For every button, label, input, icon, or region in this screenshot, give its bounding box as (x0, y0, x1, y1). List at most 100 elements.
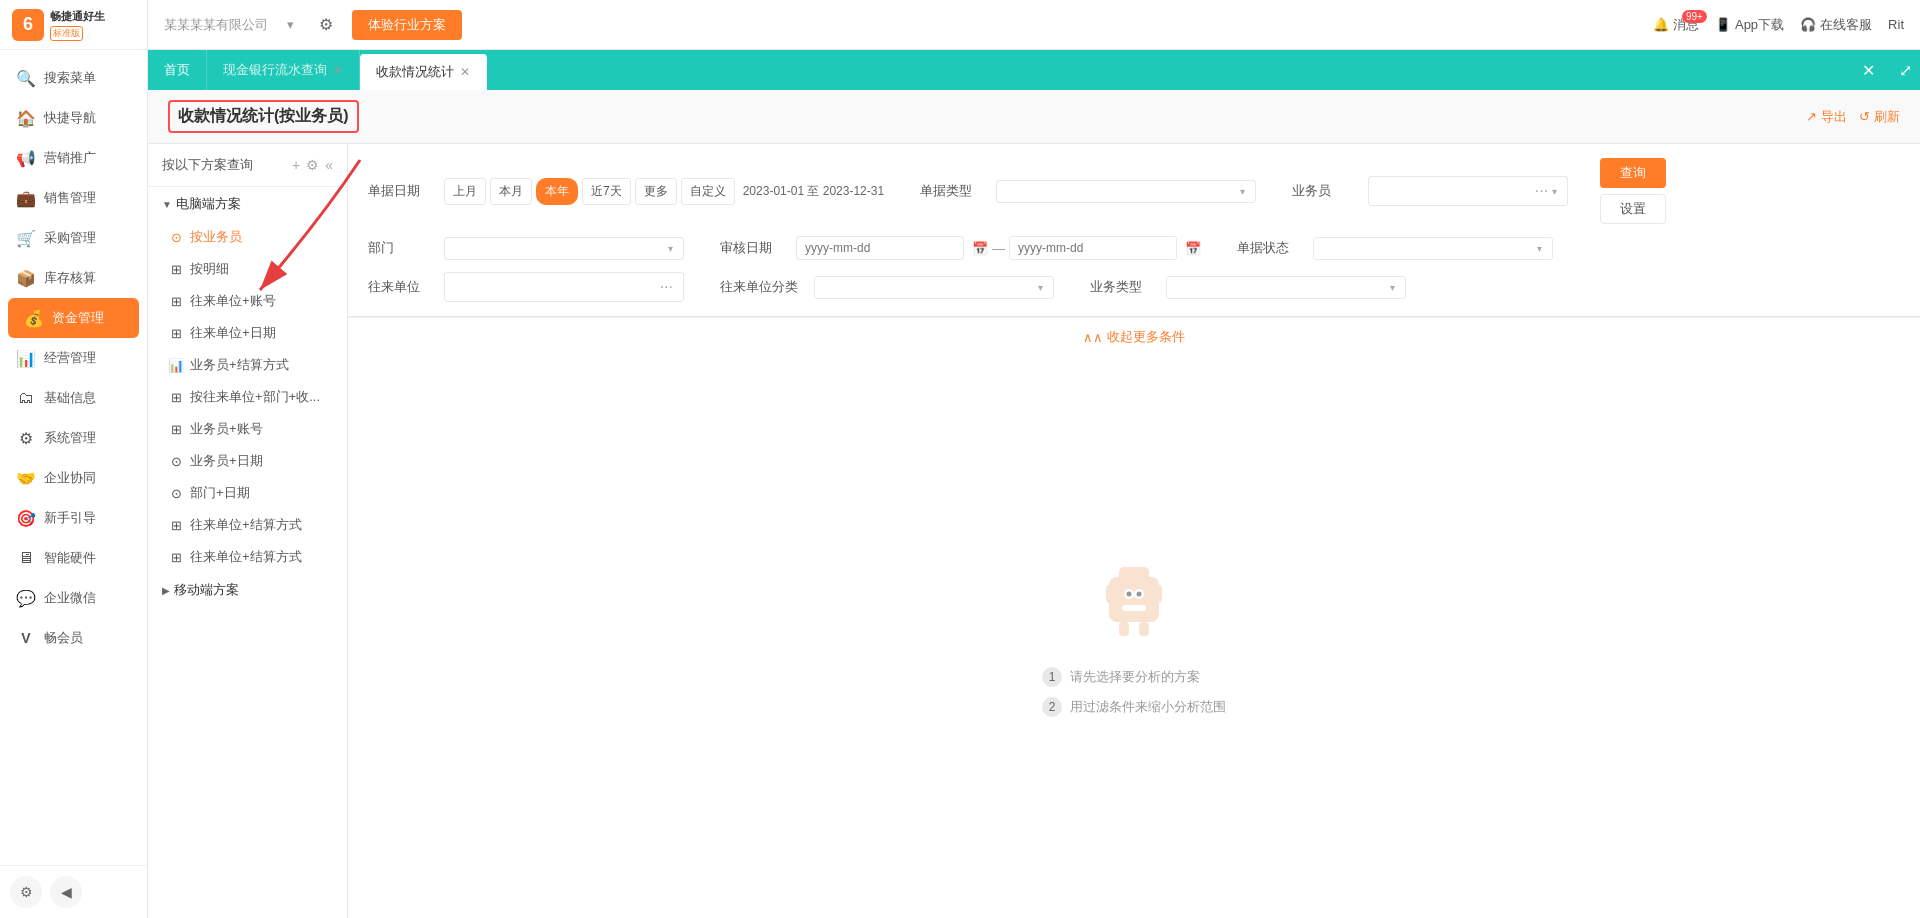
page-actions: ↗ 导出 ↺ 刷新 (1806, 108, 1900, 126)
grid3-icon: ⊞ (168, 325, 184, 341)
empty-step-1: 1 请先选择要分析的方案 (1042, 667, 1226, 687)
date-btn-custom[interactable]: 自定义 (681, 178, 735, 205)
scheme-item-unit-settlement1[interactable]: ⊞ 往来单位+结算方式 (148, 509, 347, 541)
business-type-select[interactable]: ▾ (1166, 276, 1406, 299)
sidebar-item-operations[interactable]: 📊 经营管理 (0, 338, 147, 378)
review-date-end[interactable] (1009, 236, 1177, 260)
active-scheme-icon: ⊙ (168, 229, 184, 245)
collapse-filter-button[interactable]: ∧∧ 收起更多条件 (1083, 328, 1185, 346)
sidebar-item-marketing[interactable]: 📢 营销推广 (0, 138, 147, 178)
date-btn-this-month[interactable]: 本月 (490, 178, 532, 205)
scheme-item-salesperson-settlement[interactable]: 📊 业务员+结算方式 (148, 349, 347, 381)
refresh-button[interactable]: ↺ 刷新 (1859, 108, 1900, 126)
logo-icon: 6 (12, 9, 44, 41)
collapse-icon: ∧∧ (1083, 330, 1103, 345)
counterpart-category-select[interactable]: ▾ (814, 276, 1054, 299)
sidebar-item-finance[interactable]: 💰 资金管理 (8, 298, 139, 338)
add-scheme-button[interactable]: + (292, 157, 300, 173)
salesperson-label: 业务员 (1292, 182, 1352, 200)
message-icon: 🔔 (1653, 17, 1669, 32)
dept-label: 部门 (368, 239, 428, 257)
scheme-item-unit-dept[interactable]: ⊞ 按往来单位+部门+收... (148, 381, 347, 413)
review-date-start[interactable] (796, 236, 964, 260)
settings-gear-icon[interactable]: ⚙ (312, 11, 340, 39)
export-button[interactable]: ↗ 导出 (1806, 108, 1847, 126)
svg-rect-6 (1122, 605, 1146, 611)
filter-settings-button[interactable]: 设置 (1600, 194, 1666, 224)
date-btn-this-year[interactable]: 本年 (536, 178, 578, 205)
member-icon: V (16, 628, 36, 648)
svg-point-4 (1127, 592, 1132, 597)
calendar-icon-end[interactable]: 📅 (1185, 241, 1201, 256)
query-button[interactable]: 查询 (1600, 158, 1666, 188)
tab-collection-stats[interactable]: 收款情况统计 ✕ (360, 54, 487, 90)
salesperson-select[interactable]: ··· ▾ (1368, 176, 1568, 206)
scheme-item-salesperson-date[interactable]: ⊙ 业务员+日期 (148, 445, 347, 477)
scheme-item-unit-date[interactable]: ⊞ 往来单位+日期 (148, 317, 347, 349)
refresh-icon: ↺ (1859, 109, 1870, 124)
scheme-item-unit-settlement2[interactable]: ⊞ 往来单位+结算方式 (148, 541, 347, 573)
filter-area: 单据日期 上月 本月 本年 近7天 更多 自定义 2023-01-01 至 20… (348, 144, 1920, 317)
tab-close-collection-stats[interactable]: ✕ (460, 65, 470, 79)
empty-illustration (1084, 547, 1184, 647)
scheme-item-by-salesperson[interactable]: ⊙ 按业务员 (148, 221, 347, 253)
sidebar-item-quick-nav[interactable]: 🏠 快捷导航 (0, 98, 147, 138)
salesperson-dots[interactable]: ··· (1535, 182, 1548, 200)
sidebar-item-enterprise[interactable]: 🤝 企业协同 (0, 458, 147, 498)
service-icon: 🎧 (1800, 17, 1816, 32)
message-button[interactable]: 🔔 消息 99+ (1653, 16, 1699, 34)
data-area: 1 请先选择要分析的方案 2 用过滤条件来缩小分析范围 (348, 356, 1920, 918)
doc-type-select[interactable]: ▾ (996, 180, 1256, 203)
dept-select[interactable]: ▾ (444, 237, 684, 260)
sidebar-settings-button[interactable]: ⚙ (10, 876, 42, 908)
scheme-item-salesperson-account[interactable]: ⊞ 业务员+账号 (148, 413, 347, 445)
date-btn-7days[interactable]: 近7天 (582, 178, 631, 205)
company-dropdown[interactable]: ▾ (280, 15, 300, 35)
home-icon: 🏠 (16, 108, 36, 128)
scheme-item-detail[interactable]: ⊞ 按明细 (148, 253, 347, 285)
doc-status-select[interactable]: ▾ (1313, 237, 1553, 260)
chevron-down-icon: ▼ (162, 199, 172, 210)
sidebar-collapse-button[interactable]: ◀ (50, 876, 82, 908)
sidebar-item-inventory[interactable]: 📦 库存核算 (0, 258, 147, 298)
tab-bank-flow[interactable]: 现金银行流水查询 ✕ (207, 50, 360, 90)
enterprise-icon: 🤝 (16, 468, 36, 488)
counterpart-dots[interactable]: ··· (660, 278, 673, 296)
sidebar-item-search[interactable]: 🔍 搜索菜单 (0, 58, 147, 98)
scheme-item-unit-account[interactable]: ⊞ 往来单位+账号 (148, 285, 347, 317)
online-service-button[interactable]: 🎧 在线客服 (1800, 16, 1872, 34)
clock-icon: ⊙ (168, 485, 184, 501)
business-type-chevron: ▾ (1390, 282, 1395, 293)
tab-close-bank-flow[interactable]: ✕ (333, 63, 343, 77)
tabbar-close-button[interactable]: ✕ (1846, 61, 1891, 80)
tree-group-pc[interactable]: ▼ 电脑端方案 (148, 187, 347, 221)
sidebar-item-member[interactable]: V 畅会员 (0, 618, 147, 658)
tab-home[interactable]: 首页 (148, 50, 207, 90)
salesperson-chevron: ▾ (1552, 186, 1557, 197)
doc-status-chevron: ▾ (1537, 243, 1542, 254)
sidebar-item-hardware[interactable]: 🖥 智能硬件 (0, 538, 147, 578)
sidebar-item-guide[interactable]: 🎯 新手引导 (0, 498, 147, 538)
sidebar-item-basic-info[interactable]: 🗂 基础信息 (0, 378, 147, 418)
counterpart-category-label: 往来单位分类 (720, 278, 798, 296)
trial-button[interactable]: 体验行业方案 (352, 10, 462, 40)
scheme-item-dept-date[interactable]: ⊙ 部门+日期 (148, 477, 347, 509)
sidebar-item-system[interactable]: ⚙ 系统管理 (0, 418, 147, 458)
user-name[interactable]: Rit (1888, 17, 1904, 32)
sidebar-logo: 6 畅捷通好生 标准版 (0, 0, 147, 50)
counterpart-select[interactable]: ··· (444, 272, 684, 302)
sidebar-item-purchase[interactable]: 🛒 采购管理 (0, 218, 147, 258)
calendar-icon-start[interactable]: 📅 (972, 241, 988, 256)
sidebar-item-sales[interactable]: 💼 销售管理 (0, 178, 147, 218)
date-btn-more[interactable]: 更多 (635, 178, 677, 205)
app-download-button[interactable]: 📱 App下载 (1715, 16, 1784, 34)
bar-chart-icon: 📊 (168, 357, 184, 373)
tree-group-mobile[interactable]: ▶ 移动端方案 (148, 573, 347, 607)
tabbar-expand-button[interactable]: ⤢ (1891, 61, 1920, 80)
dept-chevron: ▾ (668, 243, 673, 254)
scheme-settings-button[interactable]: ⚙ (306, 157, 319, 173)
date-btn-last-month[interactable]: 上月 (444, 178, 486, 205)
doc-type-label: 单据类型 (920, 182, 980, 200)
scheme-collapse-button[interactable]: « (325, 157, 333, 173)
sidebar-item-wechat[interactable]: 💬 企业微信 (0, 578, 147, 618)
